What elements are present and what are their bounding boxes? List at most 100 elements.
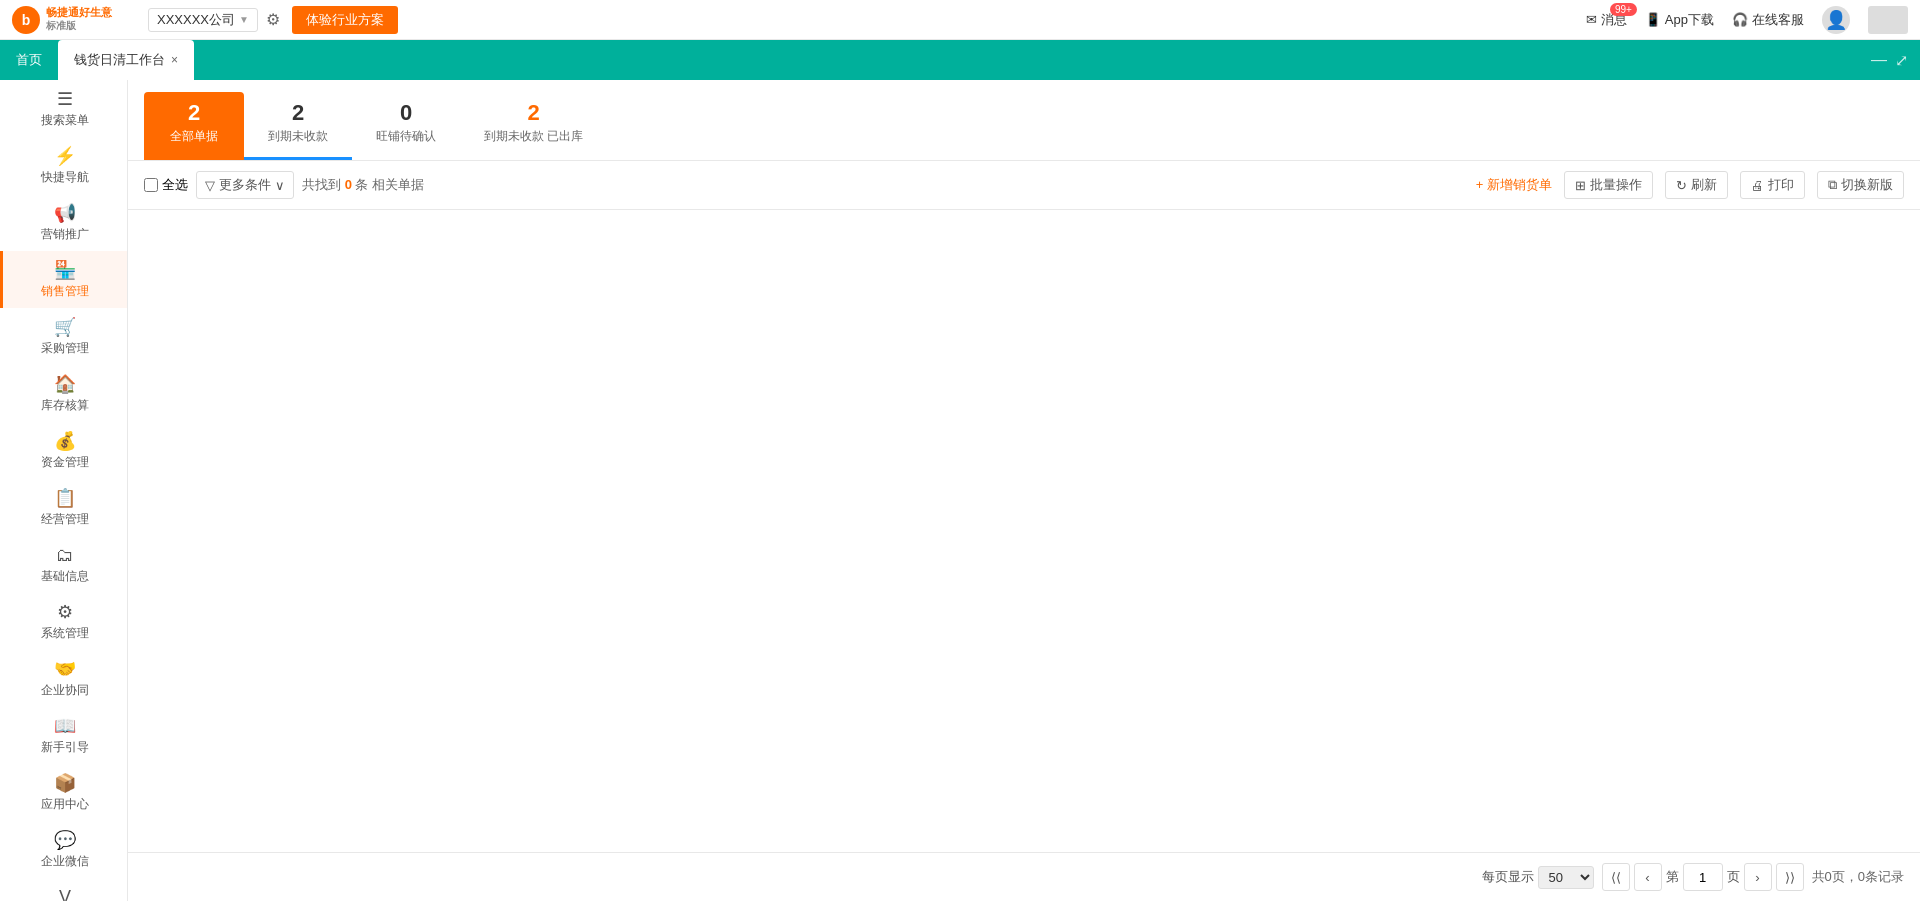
sidebar-item-search-menu[interactable]: ☰ 搜索菜单: [0, 80, 127, 137]
per-page-label: 每页显示: [1482, 868, 1534, 886]
page-label: 第: [1666, 868, 1679, 886]
online-service-label: 在线客服: [1752, 11, 1804, 29]
logo-icon: b: [12, 6, 40, 34]
sidebar-item-operations[interactable]: 📋 经营管理: [0, 479, 127, 536]
stat-label-all: 全部单据: [170, 128, 218, 145]
new-sale-order-button[interactable]: + 新增销货单: [1472, 176, 1552, 194]
chevron-down-icon: ▼: [239, 14, 249, 25]
trial-button[interactable]: 体验行业方案: [292, 6, 398, 34]
switch-version-button[interactable]: ⧉ 切换新版: [1817, 171, 1904, 199]
refresh-button[interactable]: ↻ 刷新: [1665, 171, 1728, 199]
company-name: XXXXXX公司: [157, 11, 235, 29]
per-page-dropdown[interactable]: 50 10 20 100: [1538, 866, 1594, 889]
found-text: 共找到 0 条 相关单据: [302, 176, 424, 194]
stat-tab-all[interactable]: 2 全部单据: [144, 92, 244, 160]
sidebar-item-system[interactable]: ⚙ 系统管理: [0, 593, 127, 650]
nav-tabs-right: — ⤢: [1871, 51, 1920, 70]
stat-label-overdue: 到期未收款: [268, 128, 328, 145]
batch-operation-button[interactable]: ⊞ 批量操作: [1564, 171, 1653, 199]
search-menu-icon: ☰: [57, 90, 73, 108]
app-download-icon: 📱: [1645, 12, 1661, 27]
page-nav: ⟨⟨ ‹ 第 页 › ⟩⟩: [1602, 863, 1804, 891]
sidebar-item-app-center[interactable]: 📦 应用中心: [0, 764, 127, 821]
sidebar-item-basic-info[interactable]: 🗂 基础信息: [0, 536, 127, 593]
print-button[interactable]: 🖨 打印: [1740, 171, 1805, 199]
pagination: 每页显示 50 10 20 100 ⟨⟨ ‹ 第 页 › ⟩⟩ 共0页，0条记录: [128, 852, 1920, 901]
sidebar-item-finance[interactable]: 💰 资金管理: [0, 422, 127, 479]
online-service-item[interactable]: 🎧 在线客服: [1732, 11, 1804, 29]
sidebar-item-enterprise[interactable]: 🤝 企业协同: [0, 650, 127, 707]
stats-tabs: 2 全部单据 2 到期未收款 0 旺铺待确认 2 到期未收款 已出库: [128, 80, 1920, 161]
prev-page-button[interactable]: ‹: [1634, 863, 1662, 891]
search-menu-label: 搜索菜单: [41, 112, 89, 129]
inventory-icon: 🏠: [54, 375, 76, 393]
sales-label: 销售管理: [41, 283, 89, 300]
filter-label: 更多条件: [219, 176, 271, 194]
filter-button[interactable]: ▽ 更多条件 ∨: [196, 171, 294, 199]
stat-num-all: 2: [188, 100, 200, 126]
logo-title: 畅捷通好生意: [46, 6, 112, 19]
sidebar: ☰ 搜索菜单 ⚡ 快捷导航 📢 营销推广 🏪 销售管理 🛒 采购管理 🏠 库存核…: [0, 80, 128, 901]
tab-close-icon[interactable]: ×: [171, 53, 178, 67]
quick-nav-label: 快捷导航: [41, 169, 89, 186]
member-icon: V: [59, 888, 71, 901]
print-icon: 🖨: [1751, 178, 1764, 193]
next-page-button[interactable]: ›: [1744, 863, 1772, 891]
stat-num-overdue: 2: [292, 100, 304, 126]
app-download-label: App下载: [1665, 11, 1714, 29]
active-tab[interactable]: 钱货日清工作台 ×: [58, 40, 194, 80]
sidebar-item-wechat[interactable]: 💬 企业微信: [0, 821, 127, 878]
home-tab[interactable]: 首页: [0, 40, 58, 80]
total-text: 共0页，0条记录: [1812, 868, 1904, 886]
purchase-icon: 🛒: [54, 318, 76, 336]
message-item[interactable]: ✉ 消息 99+: [1586, 11, 1627, 29]
logo-text-group: 畅捷通好生意 标准版: [46, 6, 112, 33]
stat-label-shipped: 到期未收款 已出库: [484, 128, 583, 145]
company-selector[interactable]: XXXXXX公司 ▼: [148, 8, 258, 32]
stat-tab-overdue[interactable]: 2 到期未收款: [244, 92, 352, 160]
app-download-item[interactable]: 📱 App下载: [1645, 11, 1714, 29]
operations-icon: 📋: [54, 489, 76, 507]
sidebar-item-purchase[interactable]: 🛒 采购管理: [0, 308, 127, 365]
select-all-input[interactable]: [144, 178, 158, 192]
purchase-label: 采购管理: [41, 340, 89, 357]
wechat-label: 企业微信: [41, 853, 89, 870]
enterprise-label: 企业协同: [41, 682, 89, 699]
sidebar-item-inventory[interactable]: 🏠 库存核算: [0, 365, 127, 422]
last-page-button[interactable]: ⟩⟩: [1776, 863, 1804, 891]
system-label: 系统管理: [41, 625, 89, 642]
first-page-button[interactable]: ⟨⟨: [1602, 863, 1630, 891]
avatar[interactable]: 👤: [1822, 6, 1850, 34]
sidebar-item-member[interactable]: V 畅会员: [0, 878, 127, 901]
message-icon: ✉: [1586, 12, 1597, 27]
topbar: b 畅捷通好生意 标准版 XXXXXX公司 ▼ ⚙ 体验行业方案 ✉ 消息 99…: [0, 0, 1920, 40]
refresh-icon: ↻: [1676, 178, 1687, 193]
enterprise-icon: 🤝: [54, 660, 76, 678]
toolbar: 全选 ▽ 更多条件 ∨ 共找到 0 条 相关单据 + 新增销货单: [128, 161, 1920, 210]
inventory-label: 库存核算: [41, 397, 89, 414]
select-all-label: 全选: [162, 176, 188, 194]
found-count: 0: [345, 177, 352, 192]
message-badge: 99+: [1610, 3, 1637, 16]
settings-icon[interactable]: ⚙: [266, 10, 280, 29]
user-name-display[interactable]: [1868, 6, 1908, 34]
wechat-icon: 💬: [54, 831, 76, 849]
select-all-checkbox[interactable]: 全选: [144, 176, 188, 194]
basic-info-label: 基础信息: [41, 568, 89, 585]
tab-maximize-icon[interactable]: ⤢: [1895, 51, 1908, 70]
sidebar-item-marketing[interactable]: 📢 营销推广: [0, 194, 127, 251]
finance-icon: 💰: [54, 432, 76, 450]
guide-icon: 📖: [54, 717, 76, 735]
tab-minimize-icon[interactable]: —: [1871, 51, 1887, 69]
page-input[interactable]: [1683, 863, 1723, 891]
stat-tab-pending[interactable]: 0 旺铺待确认: [352, 92, 460, 160]
toolbar-right: + 新增销货单 ⊞ 批量操作 ↻ 刷新 🖨 打印 ⧉ 切换新版: [1472, 171, 1904, 199]
topbar-right: ✉ 消息 99+ 📱 App下载 🎧 在线客服 👤: [1586, 6, 1908, 34]
stat-num-pending: 0: [400, 100, 412, 126]
marketing-icon: 📢: [54, 204, 76, 222]
stat-tab-shipped[interactable]: 2 到期未收款 已出库: [460, 92, 607, 160]
sidebar-item-sales[interactable]: 🏪 销售管理: [0, 251, 127, 308]
sidebar-item-guide[interactable]: 📖 新手引导: [0, 707, 127, 764]
app-center-icon: 📦: [54, 774, 76, 792]
sidebar-item-quick-nav[interactable]: ⚡ 快捷导航: [0, 137, 127, 194]
